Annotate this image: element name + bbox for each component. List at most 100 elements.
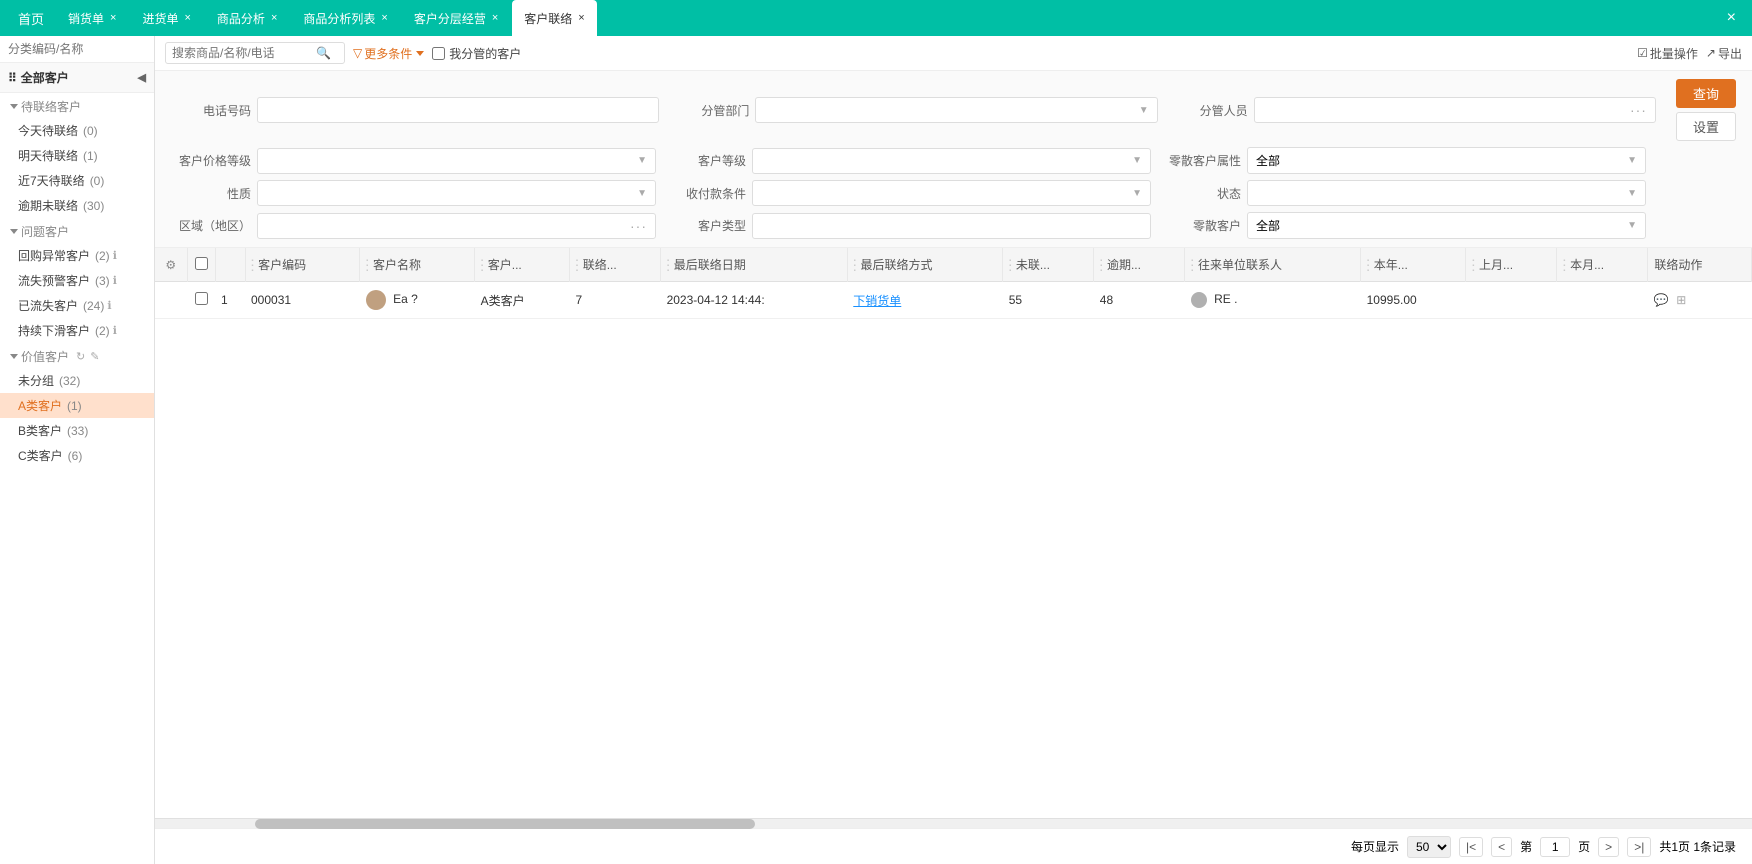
col-settings[interactable]: ⚙ [155,248,187,282]
page-prev-btn[interactable]: < [1491,837,1512,857]
close-sales-tab[interactable]: × [110,12,116,24]
group-pending-label[interactable]: 待联络客户 [0,93,154,118]
col-this-month[interactable]: ⋮ 本月... [1557,248,1648,282]
page-input[interactable] [1540,837,1570,857]
collapse-icon[interactable]: ◀ [138,71,146,84]
nature-select[interactable]: ▼ [257,180,656,206]
col-type[interactable]: ⋮ 客户... [475,248,570,282]
filter-row-2: 客户价格等级 ▼ 客户等级 ▼ 零散客户属性 全部 [171,147,1736,174]
nav-home[interactable]: 首页 [8,9,54,28]
retail-cust-select[interactable]: 全部 ▼ [1247,212,1646,239]
query-button[interactable]: 查询 [1676,79,1736,108]
last-method-link[interactable]: 下销货单 [853,294,901,308]
edit-value-icon[interactable]: ✎ [90,350,99,363]
select-all-checkbox[interactable] [195,257,208,270]
dept-label: 分管部门 [669,102,749,119]
page-last-btn[interactable]: >| [1627,837,1651,857]
avatar [366,290,386,310]
sidebar-item-lost[interactable]: 已流失客户 (24) ℹ [0,293,154,318]
setting-button[interactable]: 设置 [1676,112,1736,141]
row-checkbox[interactable] [195,292,208,305]
col-name[interactable]: ⋮ 客户名称 [360,248,475,282]
sidebar-item-class-b[interactable]: B类客户 (33) [0,418,154,443]
sidebar-item-tomorrow[interactable]: 明天待联络 (1) [0,143,154,168]
group-value-label[interactable]: 价值客户 ↻ ✎ [0,343,154,368]
dept-select[interactable]: ▼ [755,97,1157,123]
sidebar-item-repurchase[interactable]: 回购异常客户 (2) ℹ [0,243,154,268]
export-icon: ↗ [1706,46,1716,60]
row-action-cell: 💬 ⊞ [1648,282,1752,319]
region-input[interactable]: ··· [257,213,656,239]
phone-label: 电话号码 [171,102,251,119]
row-last-method-cell[interactable]: 下销货单 [847,282,1002,319]
col-this-year[interactable]: ⋮ 本年... [1361,248,1466,282]
sidebar-item-7days[interactable]: 近7天待联络 (0) [0,168,154,193]
payment-select[interactable]: ▼ [752,180,1151,206]
cust-grade-select[interactable]: ▼ [752,148,1151,174]
close-purchase-tab[interactable]: × [184,12,190,24]
row-code-cell: 000031 [245,282,360,319]
nav-tab-purchase[interactable]: 进货单 × [130,0,202,36]
nav-tab-customer-tier[interactable]: 客户分层经营 × [402,0,510,36]
sidebar-item-loss-warning[interactable]: 流失预警客户 (3) ℹ [0,268,154,293]
close-analysis-tab[interactable]: × [271,12,277,24]
phone-input[interactable] [257,97,659,123]
close-analysis-list-tab[interactable]: × [381,12,387,24]
nav-tab-analysis[interactable]: 商品分析 × [205,0,289,36]
price-grade-select[interactable]: ▼ [257,148,656,174]
close-customer-tier-tab[interactable]: × [492,12,498,24]
nav-tab-customer-contact[interactable]: 客户联络 × [512,0,596,36]
sidebar-item-class-a[interactable]: A类客户 (1) [0,393,154,418]
per-page-label: 每页显示 [1351,838,1399,855]
page-next-btn[interactable]: > [1598,837,1619,857]
row-contact-cell: 7 [570,282,661,319]
sidebar-item-class-c[interactable]: C类客户 (6) [0,443,154,468]
sidebar-item-declining[interactable]: 持续下滑客户 (2) ℹ [0,318,154,343]
group-problem-label[interactable]: 问题客户 [0,218,154,243]
retail-attr-select[interactable]: 全部 ▼ [1247,147,1646,174]
col-last-method[interactable]: ⋮ 最后联络方式 [847,248,1002,282]
sidebar-item-overdue[interactable]: 逾期未联络 (30) [0,193,154,218]
col-action: 联络动作 [1648,248,1752,282]
manager-input[interactable]: ··· [1254,97,1656,123]
cust-type-input[interactable] [752,213,1151,239]
sidebar-item-unclassified[interactable]: 未分组 (32) [0,368,154,393]
search-icon[interactable]: 🔍 [316,46,331,60]
horizontal-scrollbar[interactable] [155,818,1752,828]
filter-bar: 🔍 ▽ 更多条件 我分管的客户 ☑ 批量操作 ↗ 导出 [155,36,1752,71]
sidebar-item-today[interactable]: 今天待联络 (0) [0,118,154,143]
region-label: 区域（地区） [171,217,251,234]
col-last-month[interactable]: ⋮ 上月... [1466,248,1557,282]
all-customers-header[interactable]: ⠿ 全部客户 ◀ [0,63,154,93]
action-message-icon[interactable]: 💬 [1654,293,1669,307]
page-first-btn[interactable]: |< [1459,837,1483,857]
main-search-input[interactable] [172,46,312,60]
action-qrcode-icon[interactable]: ⊞ [1676,293,1686,307]
col-overdue[interactable]: ⋮ 逾期... [1094,248,1185,282]
col-last-date[interactable]: ⋮ 最后联络日期 [661,248,848,282]
col-checkbox[interactable] [187,248,215,282]
col-no-contact[interactable]: ⋮ 未联... [1003,248,1094,282]
close-customer-contact-tab[interactable]: × [578,12,584,24]
nav-tab-analysis-list[interactable]: 商品分析列表 × [291,0,399,36]
col-code[interactable]: ⋮ 客户编码 [245,248,360,282]
per-page-select[interactable]: 50 [1407,836,1451,858]
export-btn[interactable]: ↗ 导出 [1706,45,1742,62]
my-customers-check[interactable] [432,47,445,60]
batch-op-btn[interactable]: ☑ 批量操作 [1637,45,1698,62]
close-all-icon[interactable]: × [1719,9,1744,27]
nav-tab-sales[interactable]: 销货单 × [56,0,128,36]
scrollbar-thumb[interactable] [255,819,755,829]
more-filters-btn[interactable]: ▽ 更多条件 [353,45,424,62]
row-checkbox-cell[interactable] [187,282,215,319]
sidebar: 🔍 ⠿ 全部客户 ◀ 待联络客户 今天待联络 (0) 明天待联络 (1) 近7天… [0,36,155,864]
sidebar-search-input[interactable] [8,42,155,56]
col-prev-contact[interactable]: ⋮ 往来单位联系人 [1185,248,1361,282]
retail-attr-arrow: ▼ [1627,155,1637,166]
settings-gear-icon[interactable]: ⚙ [165,258,176,272]
status-select[interactable]: ▼ [1247,180,1646,206]
col-contact[interactable]: ⋮ 联络... [570,248,661,282]
row-last-date-cell: 2023-04-12 14:44: [661,282,848,319]
refresh-icon[interactable]: ↻ [76,350,85,363]
my-customers-checkbox[interactable]: 我分管的客户 [432,45,521,62]
